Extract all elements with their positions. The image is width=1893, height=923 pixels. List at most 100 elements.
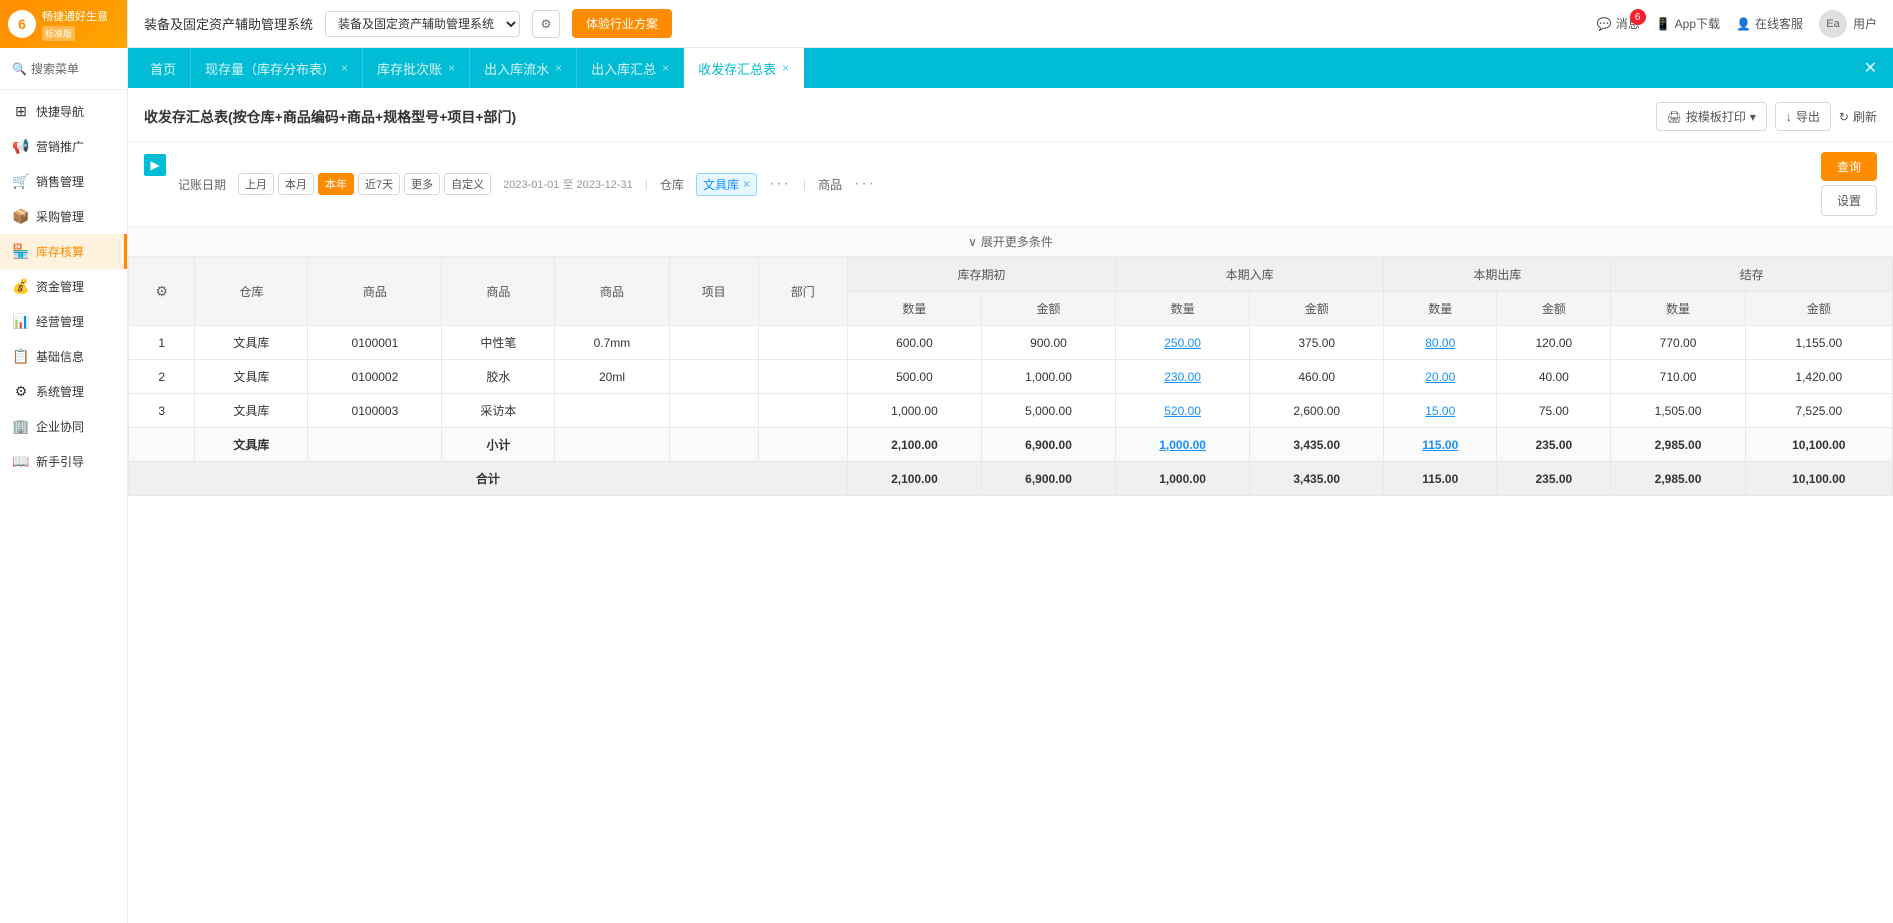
date-btn-7days[interactable]: 近7天: [358, 173, 400, 195]
sidebar-search-area: 🔍 搜索菜单: [0, 48, 127, 90]
filter-toggle-button[interactable]: ▶: [144, 154, 166, 176]
header-right: 💬 消息 6 📱 App下载 👤 在线客服 Ea 用户: [1597, 10, 1877, 38]
nav-icon-system: ⚙: [12, 383, 30, 400]
tab-collection-summary[interactable]: 收发存汇总表 ×: [684, 48, 804, 88]
sidebar-item-finance[interactable]: 💰 资金管理: [0, 269, 127, 304]
col-in-qty: 数量: [1116, 292, 1250, 326]
col-balance-amount: 金额: [1745, 292, 1892, 326]
warehouse-tag-remove[interactable]: ×: [743, 177, 750, 191]
tab-bar-close-all[interactable]: ✕: [1856, 58, 1885, 78]
sidebar-item-purchase[interactable]: 📦 采购管理: [0, 199, 127, 234]
cell-opening-amount: 5,000.00: [981, 394, 1115, 428]
cell-goods-code: 0100003: [308, 394, 442, 428]
tab-close-batch-account[interactable]: ×: [448, 62, 455, 74]
cell-out-qty: 115.00: [1384, 428, 1497, 462]
page-title: 收发存汇总表(按仓库+商品编码+商品+规格型号+项目+部门): [144, 107, 516, 127]
nav-icon-purchase: 📦: [12, 208, 30, 225]
online-service-button[interactable]: 👤 在线客服: [1736, 15, 1803, 32]
tab-inout-flow[interactable]: 出入库流水 ×: [470, 48, 577, 88]
date-btn-this-month[interactable]: 本月: [278, 173, 314, 195]
search-menu-button[interactable]: 🔍 搜索菜单: [8, 56, 119, 81]
date-btn-last-month[interactable]: 上月: [238, 173, 274, 195]
cell-goods-code: 0100002: [308, 360, 442, 394]
tab-close-inout-flow[interactable]: ×: [555, 62, 562, 74]
tab-close-collection-summary[interactable]: ×: [782, 62, 789, 74]
out-qty-link[interactable]: 115.00: [1422, 438, 1458, 452]
table-settings-icon[interactable]: ⚙: [155, 283, 168, 299]
tab-close-inventory-dist[interactable]: ×: [341, 62, 348, 74]
refresh-button[interactable]: ↻ 刷新: [1839, 108, 1877, 125]
cell-opening-amount: 900.00: [981, 326, 1115, 360]
cell-goods-name: 中性笔: [442, 326, 555, 360]
table-row: 文具库 小计 2,100.00 6,900.00 1,000.00 3,435.…: [129, 428, 1893, 462]
export-button[interactable]: ↓ 导出: [1775, 102, 1831, 131]
system-selector[interactable]: 装备及固定资产辅助管理系统: [325, 11, 520, 37]
sidebar-item-quick-nav[interactable]: ⊞ 快捷导航: [0, 94, 127, 129]
expand-down-icon: ∨: [968, 235, 977, 249]
warehouse-more-options[interactable]: ···: [769, 175, 791, 193]
date-btn-more[interactable]: 更多: [404, 173, 440, 195]
app-download-button[interactable]: 📱 App下载: [1656, 15, 1720, 32]
sidebar-item-inventory[interactable]: 🏪 库存核算: [0, 234, 127, 269]
in-qty-link[interactable]: 520.00: [1164, 404, 1201, 418]
footer-label: 合计: [129, 462, 848, 496]
col-goods-code-header: 商品: [308, 258, 442, 326]
sidebar-item-sales[interactable]: 🛒 销售管理: [0, 164, 127, 199]
tab-batch-account[interactable]: 库存批次账 ×: [363, 48, 470, 88]
print-button[interactable]: 🖨 按模板打印 ▾: [1656, 102, 1767, 131]
cell-no: 1: [129, 326, 195, 360]
nav-icon-finance: 💰: [12, 278, 30, 295]
col-goods-spec-header: 商品: [555, 258, 669, 326]
message-icon: 💬: [1597, 17, 1612, 31]
out-qty-link[interactable]: 15.00: [1425, 404, 1455, 418]
cell-goods-spec: [555, 428, 669, 462]
out-qty-link[interactable]: 20.00: [1425, 370, 1455, 384]
cell-opening-qty: 1,000.00: [847, 394, 981, 428]
nav-icon-basic: 📋: [12, 348, 30, 365]
sidebar: 6 畅捷通好生意 标准版 🔍 搜索菜单 ⊞ 快捷导航 📢 营销推广 🛒 销售管理…: [0, 0, 128, 923]
expand-more-button[interactable]: ∨ 展开更多条件: [128, 227, 1893, 257]
sidebar-item-guide[interactable]: 📖 新手引导: [0, 444, 127, 479]
tab-inventory-dist[interactable]: 现存量（库存分布表） ×: [191, 48, 363, 88]
in-qty-link[interactable]: 230.00: [1164, 370, 1201, 384]
messages-button[interactable]: 💬 消息 6: [1597, 15, 1640, 32]
settings-config-button[interactable]: 设置: [1821, 185, 1877, 216]
tab-inout-summary[interactable]: 出入库汇总 ×: [577, 48, 684, 88]
sidebar-item-operations[interactable]: 📊 经营管理: [0, 304, 127, 339]
logo-text: 畅捷通好生意 标准版: [42, 8, 108, 41]
date-btn-custom[interactable]: 自定义: [444, 173, 491, 195]
page-header: 收发存汇总表(按仓库+商品编码+商品+规格型号+项目+部门) 🖨 按模板打印 ▾…: [128, 88, 1893, 142]
user-menu[interactable]: Ea 用户: [1819, 10, 1877, 38]
in-qty-link[interactable]: 250.00: [1164, 336, 1201, 350]
tab-close-inout-summary[interactable]: ×: [662, 62, 669, 74]
query-button[interactable]: 查询: [1821, 152, 1877, 181]
cell-balance-amount: 1,420.00: [1745, 360, 1892, 394]
cell-goods-code: [308, 428, 442, 462]
cell-goods-name: 胶水: [442, 360, 555, 394]
in-qty-link[interactable]: 1,000.00: [1159, 438, 1206, 452]
col-project-header: 项目: [669, 258, 758, 326]
sidebar-item-enterprise[interactable]: 🏢 企业协同: [0, 409, 127, 444]
trial-button[interactable]: 体验行业方案: [572, 9, 672, 38]
settings-button[interactable]: ⚙: [532, 10, 560, 38]
nav-icon-operations: 📊: [12, 313, 30, 330]
cell-goods-spec: 20ml: [555, 360, 669, 394]
goods-more-options[interactable]: ···: [854, 175, 876, 193]
data-table-container: ⚙ 仓库 商品 商品 商品 项目 部门 库存期初 本期入库 本期出库 结存: [128, 257, 1893, 923]
col-settings-header[interactable]: ⚙: [129, 258, 195, 326]
tab-home[interactable]: 首页: [136, 48, 191, 88]
date-range-display: 2023-01-01 至 2023-12-31: [503, 176, 633, 192]
cell-out-qty: 20.00: [1384, 360, 1497, 394]
warehouse-tag: 文具库 ×: [696, 173, 757, 196]
cell-in-qty: 1,000.00: [1116, 428, 1250, 462]
warehouse-label: 仓库: [660, 176, 684, 193]
col-group-balance: 结存: [1611, 258, 1893, 292]
nav-icon-enterprise: 🏢: [12, 418, 30, 435]
cell-goods-name: 小计: [442, 428, 555, 462]
sidebar-item-basic[interactable]: 📋 基础信息: [0, 339, 127, 374]
sidebar-item-system[interactable]: ⚙ 系统管理: [0, 374, 127, 409]
out-qty-link[interactable]: 80.00: [1425, 336, 1455, 350]
date-btn-this-year[interactable]: 本年: [318, 173, 354, 195]
cell-project: [669, 360, 758, 394]
sidebar-item-marketing[interactable]: 📢 营销推广: [0, 129, 127, 164]
